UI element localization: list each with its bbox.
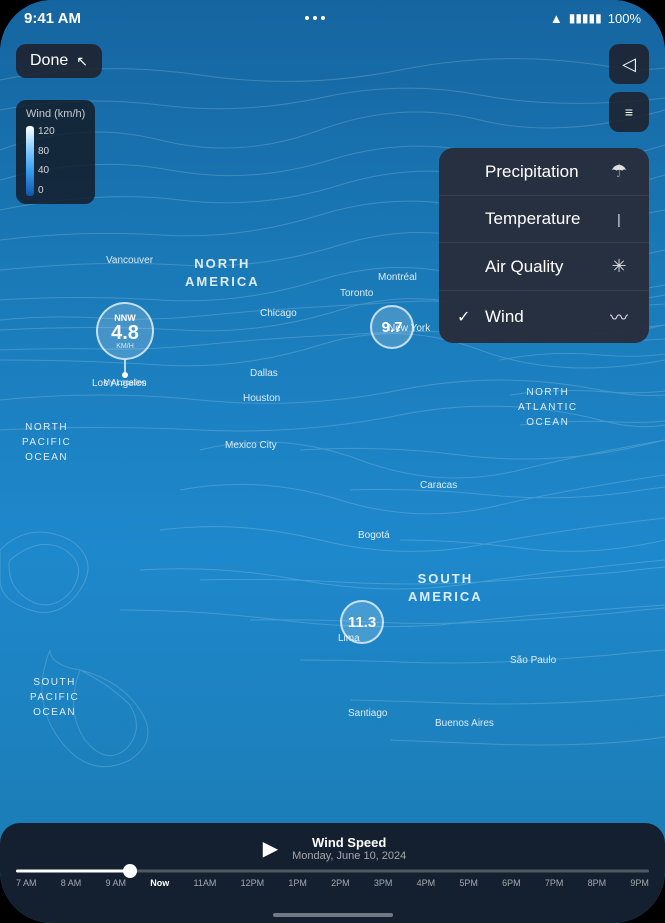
wifi-icon: ▲	[550, 11, 563, 26]
dropdown-item-temperature[interactable]: Temperature |	[439, 196, 649, 243]
done-button[interactable]: Done ↖	[16, 44, 102, 78]
time-7pm: 7PM	[545, 878, 564, 888]
air-quality-label: Air Quality	[485, 257, 563, 277]
time-9am: 9 AM	[106, 878, 127, 888]
bottom-panel: ▶ Wind Speed Monday, June 10, 2024 7 AM …	[0, 823, 665, 923]
time-4pm: 4PM	[417, 878, 436, 888]
time-5pm: 5PM	[459, 878, 478, 888]
wind-bubble-lima[interactable]: 11.3	[340, 600, 384, 644]
legend-val-2: 40	[38, 165, 55, 176]
timeline-header: ▶ Wind Speed Monday, June 10, 2024	[16, 835, 649, 862]
layers-button[interactable]: ≡	[609, 92, 649, 132]
check-wind: ✓	[457, 307, 477, 327]
legend-labels: 120 80 40 0	[38, 126, 55, 196]
status-dot-1	[305, 16, 309, 20]
temperature-label: Temperature	[485, 209, 580, 229]
map-background	[0, 0, 665, 923]
layer-dropdown: Precipitation ☂ Temperature | Air Qualit…	[439, 148, 649, 343]
legend-val-0: 120	[38, 126, 55, 137]
time-6pm: 6PM	[502, 878, 521, 888]
time-9pm: 9PM	[630, 878, 649, 888]
time-11am: 11AM	[193, 878, 216, 888]
time-8am: 8 AM	[61, 878, 82, 888]
time-now: Now	[150, 878, 169, 888]
status-dot-2	[313, 16, 317, 20]
bubble-unit: KM/H	[116, 343, 134, 350]
legend-gradient	[26, 126, 34, 196]
battery-icon: ▮▮▮▮▮	[569, 11, 602, 25]
wind-label: Wind	[485, 307, 524, 327]
status-right: ▲ ▮▮▮▮▮ 100%	[550, 11, 641, 26]
status-bar: 9:41 AM ▲ ▮▮▮▮▮ 100%	[0, 0, 665, 36]
legend-val-1: 80	[38, 146, 55, 157]
wind-legend-bar: 120 80 40 0	[26, 126, 85, 196]
temperature-icon: |	[607, 211, 631, 227]
top-controls: Done ↖ ◁ ≡	[0, 44, 665, 132]
progress-track	[16, 870, 649, 873]
location-button[interactable]: ◁	[609, 44, 649, 84]
wind-bubble-los-angeles[interactable]: NNW 4.8 KM/H My Location	[96, 302, 154, 387]
dropdown-item-wind[interactable]: ✓ Wind 〰	[439, 291, 649, 343]
wind-legend-title: Wind (km/h)	[26, 108, 85, 120]
bubble-speed-lima: 11.3	[348, 615, 376, 630]
wind-bubble-new-york[interactable]: 9.7	[370, 305, 414, 349]
timeline-title-block: Wind Speed Monday, June 10, 2024	[292, 835, 406, 862]
done-label: Done	[30, 52, 68, 70]
progress-fill	[16, 870, 130, 873]
progress-thumb[interactable]	[123, 864, 137, 878]
battery-percent: 100%	[608, 11, 641, 26]
timeline-date: Monday, June 10, 2024	[292, 850, 406, 862]
bubble-pin	[124, 360, 126, 372]
time-12pm: 12PM	[241, 878, 265, 888]
air-quality-icon: ✳	[607, 256, 631, 277]
timeline-main-title: Wind Speed	[292, 835, 406, 850]
legend-val-3: 0	[38, 185, 55, 196]
status-dot-3	[321, 16, 325, 20]
bubble-speed: 4.8	[111, 323, 139, 343]
precipitation-label: Precipitation	[485, 162, 579, 182]
wind-icon: 〰	[607, 304, 631, 330]
status-time: 9:41 AM	[24, 10, 81, 27]
precipitation-icon: ☂	[607, 161, 631, 182]
status-center	[305, 16, 325, 20]
home-indicator	[273, 913, 393, 917]
wind-legend: Wind (km/h) 120 80 40 0	[16, 100, 95, 204]
dropdown-item-precipitation[interactable]: Precipitation ☂	[439, 148, 649, 196]
play-button[interactable]: ▶	[259, 836, 282, 861]
my-location-label: My Location	[96, 378, 154, 387]
location-icon: ◁	[622, 54, 636, 75]
time-3pm: 3PM	[374, 878, 393, 888]
bubble-speed-ny: 9.7	[382, 320, 403, 335]
device-frame: 9:41 AM ▲ ▮▮▮▮▮ 100% Done ↖ ◁ ≡ Wind (km…	[0, 0, 665, 923]
cursor-icon: ↖	[76, 53, 88, 70]
time-8pm: 8PM	[588, 878, 607, 888]
time-1pm: 1PM	[288, 878, 307, 888]
time-7am: 7 AM	[16, 878, 37, 888]
time-2pm: 2PM	[331, 878, 350, 888]
bubble-direction: NNW	[114, 313, 136, 323]
progress-bar[interactable]	[16, 868, 649, 874]
right-controls: ◁ ≡	[609, 44, 649, 132]
dropdown-item-air-quality[interactable]: Air Quality ✳	[439, 243, 649, 291]
play-icon: ▶	[263, 838, 278, 860]
layers-icon: ≡	[625, 104, 633, 120]
time-labels: 7 AM 8 AM 9 AM Now 11AM 12PM 1PM 2PM 3PM…	[16, 878, 649, 888]
